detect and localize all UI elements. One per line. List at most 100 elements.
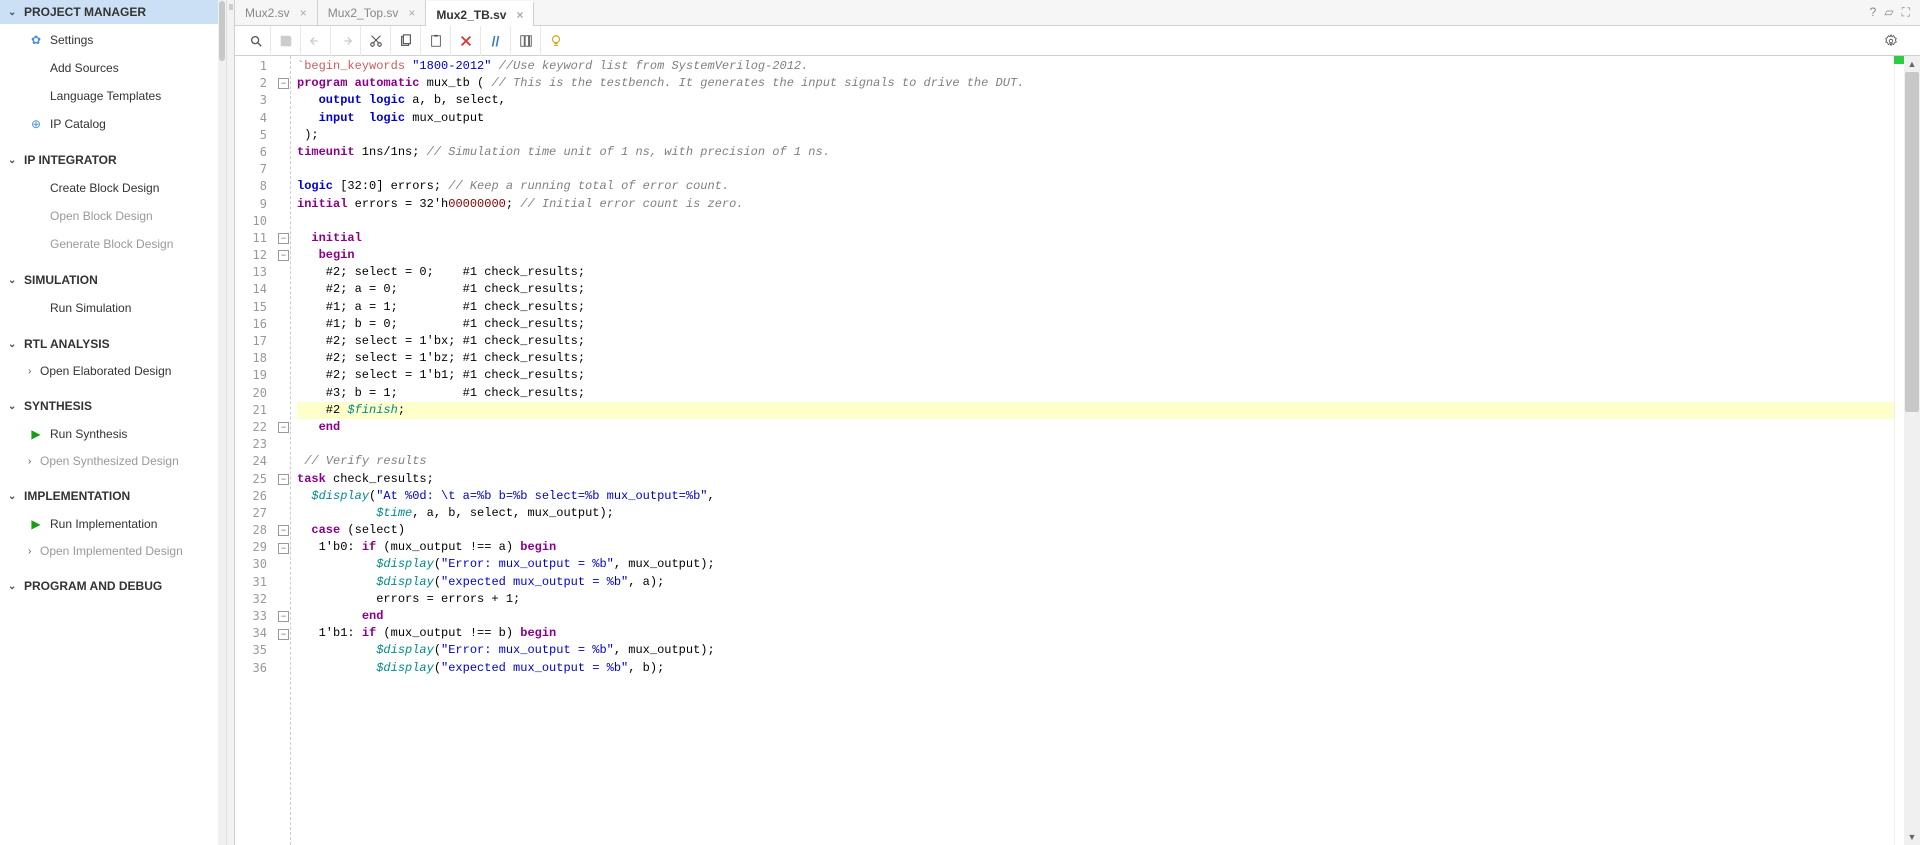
code-line[interactable]: 1'b1: if (mux_output !== b) begin <box>297 625 1894 642</box>
tab-mux2-sv[interactable]: Mux2.sv × <box>235 0 318 25</box>
code-line[interactable]: $time, a, b, select, mux_output); <box>297 505 1894 522</box>
nav-item-run-synthesis[interactable]: ▶Run Synthesis <box>0 420 226 448</box>
nav-item-label: Settings <box>50 33 93 47</box>
close-tab-icon[interactable]: × <box>516 8 523 22</box>
line-number: 34 <box>235 625 279 642</box>
delete-icon[interactable] <box>451 26 481 56</box>
nav-item-ip-catalog[interactable]: ⊕IP Catalog <box>0 110 226 138</box>
sidebar-resize-handle[interactable] <box>227 0 235 845</box>
fold-toggle-icon[interactable]: − <box>278 250 289 261</box>
fold-toggle-icon[interactable]: − <box>278 611 289 622</box>
code-line[interactable] <box>297 436 1894 453</box>
code-line[interactable]: $display("Error: mux_output = %b", mux_o… <box>297 642 1894 659</box>
code-line[interactable]: timeunit 1ns/1ns; // Simulation time uni… <box>297 144 1894 161</box>
code-line[interactable]: task check_results; <box>297 471 1894 488</box>
code-line[interactable]: program automatic mux_tb ( // This is th… <box>297 75 1894 92</box>
section-header-synthesis[interactable]: ⌄SYNTHESIS <box>0 394 226 418</box>
code-editor[interactable]: 1234567891011121314151617181920212223242… <box>235 56 1920 845</box>
scrollbar-thumb[interactable] <box>1905 72 1919 412</box>
section-header-project-manager[interactable]: ⌄PROJECT MANAGER <box>0 0 226 24</box>
cut-icon[interactable] <box>361 26 391 56</box>
fold-toggle-icon[interactable]: − <box>278 233 289 244</box>
undo-icon[interactable] <box>301 26 331 56</box>
fold-toggle-icon[interactable]: − <box>278 629 289 640</box>
editor-vertical-scrollbar[interactable]: ▲ ▼ <box>1904 56 1920 845</box>
code-line[interactable]: initial <box>297 230 1894 247</box>
copy-icon[interactable] <box>391 26 421 56</box>
code-line[interactable]: errors = errors + 1; <box>297 591 1894 608</box>
code-line[interactable] <box>297 213 1894 230</box>
code-line[interactable]: #2; select = 1'b1; #1 check_results; <box>297 367 1894 384</box>
code-line[interactable]: input logic mux_output <box>297 110 1894 127</box>
code-line[interactable]: #1; b = 0; #1 check_results; <box>297 316 1894 333</box>
code-line[interactable]: `begin_keywords "1800-2012" //Use keywor… <box>297 58 1894 75</box>
tab-mux2_tb-sv[interactable]: Mux2_TB.sv× <box>426 1 534 26</box>
close-tab-icon[interactable]: × <box>300 6 307 20</box>
nav-item-create-block-design[interactable]: Create Block Design <box>0 174 226 202</box>
section-header-rtl-analysis[interactable]: ⌄RTL ANALYSIS <box>0 332 226 356</box>
save-icon[interactable] <box>271 26 301 56</box>
nav-item-run-implementation[interactable]: ▶Run Implementation <box>0 510 226 538</box>
section-header-ip-integrator[interactable]: ⌄IP INTEGRATOR <box>0 148 226 172</box>
tab-mux2_top-sv[interactable]: Mux2_Top.sv× <box>318 0 427 25</box>
section-header-program-and-debug[interactable]: ⌄PROGRAM AND DEBUG <box>0 574 226 598</box>
nav-item-language-templates[interactable]: Language Templates <box>0 82 226 110</box>
bulb-icon[interactable] <box>541 26 571 56</box>
maximize-icon[interactable]: ⛶ <box>1902 5 1910 20</box>
code-line[interactable]: 1'b0: if (mux_output !== a) begin <box>297 539 1894 556</box>
chevron-down-icon: ⌄ <box>8 275 18 286</box>
restore-icon[interactable]: ▱ <box>1884 5 1893 20</box>
code-content[interactable]: `begin_keywords "1800-2012" //Use keywor… <box>291 56 1894 845</box>
nav-item-add-sources[interactable]: Add Sources <box>0 54 226 82</box>
redo-icon[interactable] <box>331 26 361 56</box>
scroll-up-icon[interactable]: ▲ <box>1904 56 1920 72</box>
code-line[interactable]: #2; select = 0; #1 check_results; <box>297 264 1894 281</box>
column-select-icon[interactable] <box>511 26 541 56</box>
overview-ruler[interactable] <box>1894 56 1904 845</box>
code-line[interactable]: case (select) <box>297 522 1894 539</box>
settings-gear-icon[interactable] <box>1876 26 1906 56</box>
code-line[interactable]: end <box>297 608 1894 625</box>
nav-item-settings[interactable]: ✿Settings <box>0 26 226 54</box>
code-line[interactable]: end <box>297 419 1894 436</box>
code-line[interactable]: output logic a, b, select, <box>297 92 1894 109</box>
code-line[interactable]: $display("expected mux_output = %b", b); <box>297 660 1894 677</box>
code-line[interactable]: $display("At %0d: \t a=%b b=%b select=%b… <box>297 488 1894 505</box>
code-line[interactable]: #2; a = 0; #1 check_results; <box>297 281 1894 298</box>
fold-gutter[interactable]: − − − − − − − − − <box>279 56 291 845</box>
help-icon[interactable]: ? <box>1870 5 1877 20</box>
sidebar-scrollbar[interactable] <box>218 0 226 845</box>
code-line[interactable]: #2; select = 1'bx; #1 check_results; <box>297 333 1894 350</box>
search-icon[interactable] <box>241 26 271 56</box>
fold-toggle-icon[interactable]: − <box>278 474 289 485</box>
section-header-implementation[interactable]: ⌄IMPLEMENTATION <box>0 484 226 508</box>
code-line[interactable]: #1; a = 1; #1 check_results; <box>297 299 1894 316</box>
fold-toggle-icon[interactable]: − <box>278 543 289 554</box>
nav-item-run-simulation[interactable]: Run Simulation <box>0 294 226 322</box>
code-line[interactable]: begin <box>297 247 1894 264</box>
code-line[interactable]: #3; b = 1; #1 check_results; <box>297 385 1894 402</box>
code-line[interactable]: // Verify results <box>297 453 1894 470</box>
fold-toggle-icon[interactable]: − <box>278 422 289 433</box>
code-line[interactable]: #2 $finish; <box>297 402 1894 419</box>
code-line[interactable]: $display("expected mux_output = %b", a); <box>297 574 1894 591</box>
fold-toggle-icon[interactable]: − <box>278 78 289 89</box>
code-line[interactable]: logic [32:0] errors; // Keep a running t… <box>297 178 1894 195</box>
nav-item-open-block-design: Open Block Design <box>0 202 226 230</box>
nav-item-open-elaborated-design[interactable]: ›Open Elaborated Design <box>0 358 226 384</box>
scroll-down-icon[interactable]: ▼ <box>1904 829 1920 845</box>
section-label: SYNTHESIS <box>24 399 92 413</box>
nav-item-label: Run Implementation <box>50 517 157 531</box>
tab-label: Mux2.sv <box>245 6 290 20</box>
comment-icon[interactable]: // <box>481 26 511 56</box>
code-line[interactable]: ); <box>297 127 1894 144</box>
section-header-simulation[interactable]: ⌄SIMULATION <box>0 268 226 292</box>
paste-icon[interactable] <box>421 26 451 56</box>
code-line[interactable] <box>297 161 1894 178</box>
code-line[interactable]: initial errors = 32'h00000000; // Initia… <box>297 196 1894 213</box>
code-line[interactable]: #2; select = 1'bz; #1 check_results; <box>297 350 1894 367</box>
fold-toggle-icon[interactable]: − <box>278 525 289 536</box>
line-number: 25 <box>235 471 279 488</box>
code-line[interactable]: $display("Error: mux_output = %b", mux_o… <box>297 556 1894 573</box>
close-tab-icon[interactable]: × <box>408 6 415 20</box>
